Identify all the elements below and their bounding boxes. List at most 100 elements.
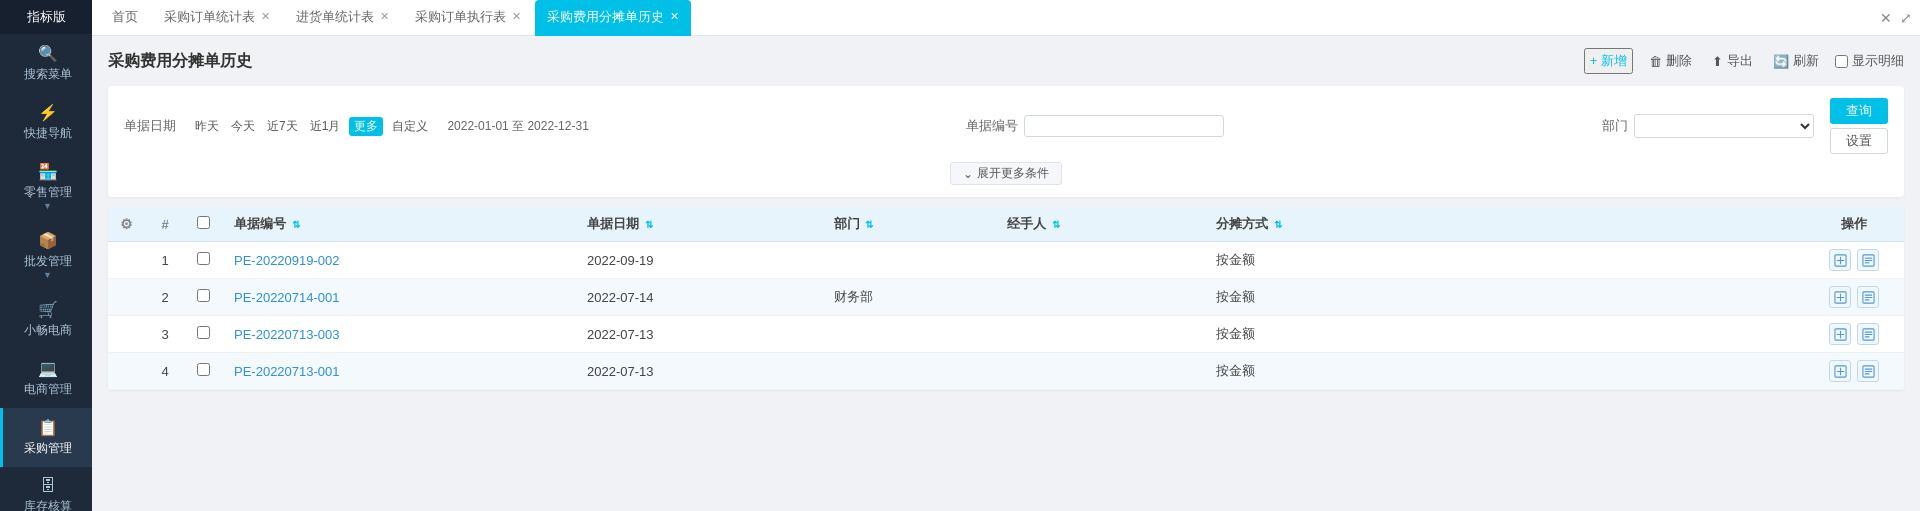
sidebar-item-retail-label: 零售管理 xyxy=(24,184,72,201)
chevron-down-icon-2: ▼ xyxy=(43,270,52,280)
tab-close-all-icon[interactable]: ✕ xyxy=(1880,10,1892,26)
split-method-col-label: 分摊方式 xyxy=(1216,216,1268,231)
shortcut-7days[interactable]: 近7天 xyxy=(264,117,301,136)
doc-no-col-header[interactable]: 单据编号 ⇅ xyxy=(222,207,575,242)
row-checkbox-3[interactable] xyxy=(197,363,210,376)
tab-expand-icon[interactable]: ⤢ xyxy=(1900,10,1912,26)
filter-buttons: 查询 设置 xyxy=(1830,98,1888,154)
doc-no-cell: PE-20220713-001 xyxy=(222,353,575,390)
sidebar-item-mini-shop[interactable]: 🛒 小畅电商 xyxy=(0,290,92,349)
toolbar: + 新增 🗑 删除 ⬆ 导出 🔄 刷新 显示明细 xyxy=(1584,48,1904,74)
sidebar-item-ecommerce[interactable]: 💻 电商管理 xyxy=(0,349,92,408)
tab-bar-actions: ✕ ⤢ xyxy=(1880,10,1912,26)
sidebar-item-wholesale[interactable]: 📦 批发管理 ▼ xyxy=(0,221,92,290)
dept-select[interactable] xyxy=(1634,114,1814,138)
gear-col-header[interactable]: ⚙ xyxy=(108,207,145,242)
gear-cell xyxy=(108,353,145,390)
edit-icon-btn[interactable] xyxy=(1829,323,1851,345)
sort-icon-doc-no: ⇅ xyxy=(292,219,300,230)
edit-icon-btn[interactable] xyxy=(1829,286,1851,308)
tab-close-icon-4[interactable]: ✕ xyxy=(670,10,679,23)
tab-purchase-order-stats[interactable]: 采购订单统计表 ✕ xyxy=(152,0,282,36)
table-body: 1 PE-20220919-002 2022-09-19 按金额 2 PE-20… xyxy=(108,242,1904,390)
settings-button[interactable]: 设置 xyxy=(1830,128,1888,154)
tab-close-icon-3[interactable]: ✕ xyxy=(512,10,521,23)
tab-inbound-stats-label: 进货单统计表 xyxy=(296,8,374,26)
chevron-down-icon: ▼ xyxy=(43,201,52,211)
check-cell[interactable] xyxy=(185,279,222,316)
delete-button[interactable]: 🗑 删除 xyxy=(1645,50,1696,72)
table-row: 3 PE-20220713-003 2022-07-13 按金额 xyxy=(108,316,1904,353)
gear-icon[interactable]: ⚙ xyxy=(120,216,133,232)
show-cols-checkbox[interactable] xyxy=(1835,55,1848,68)
sort-icon-dept: ⇅ xyxy=(865,219,873,230)
sidebar-item-quick-nav[interactable]: ⚡ 快捷导航 xyxy=(0,93,92,152)
tab-close-icon-2[interactable]: ✕ xyxy=(380,10,389,23)
detail-icon-btn[interactable] xyxy=(1857,360,1879,382)
search-icon: 🔍 xyxy=(38,44,58,63)
dept-col-header[interactable]: 部门 ⇅ xyxy=(822,207,995,242)
query-button[interactable]: 查询 xyxy=(1830,98,1888,124)
export-label: 导出 xyxy=(1727,52,1753,70)
doc-no-input[interactable] xyxy=(1024,115,1224,137)
wholesale-icon: 📦 xyxy=(38,231,58,250)
shortcut-today[interactable]: 今天 xyxy=(228,117,258,136)
detail-icon-btn[interactable] xyxy=(1857,249,1879,271)
doc-no-cell: PE-20220919-002 xyxy=(222,242,575,279)
doc-no-link[interactable]: PE-20220713-001 xyxy=(234,364,340,379)
tab-home[interactable]: 首页 xyxy=(100,0,150,36)
row-checkbox-1[interactable] xyxy=(197,289,210,302)
ops-col-header: 操作 xyxy=(1804,207,1904,242)
date-range-text: 2022-01-01 至 2022-12-31 xyxy=(447,118,588,135)
sort-icon-doc-date: ⇅ xyxy=(645,219,653,230)
refresh-icon: 🔄 xyxy=(1773,54,1789,69)
quick-nav-icon: ⚡ xyxy=(38,103,58,122)
gear-cell xyxy=(108,279,145,316)
add-button[interactable]: + 新增 xyxy=(1584,48,1633,74)
check-cell[interactable] xyxy=(185,242,222,279)
doc-date-col-header[interactable]: 单据日期 ⇅ xyxy=(575,207,822,242)
doc-date-cell: 2022-07-13 xyxy=(575,353,822,390)
export-button[interactable]: ⬆ 导出 xyxy=(1708,50,1757,72)
tab-inbound-stats[interactable]: 进货单统计表 ✕ xyxy=(284,0,401,36)
content-area: 采购费用分摊单历史 + 新增 🗑 删除 ⬆ 导出 🔄 刷新 xyxy=(92,36,1920,511)
split-method-col-header[interactable]: 分摊方式 ⇅ xyxy=(1204,207,1804,242)
check-cell[interactable] xyxy=(185,316,222,353)
expand-more-button[interactable]: ⌄ 展开更多条件 xyxy=(950,162,1062,185)
row-checkbox-0[interactable] xyxy=(197,252,210,265)
doc-no-link[interactable]: PE-20220713-003 xyxy=(234,327,340,342)
tab-purchase-order-exec-label: 采购订单执行表 xyxy=(415,8,506,26)
sidebar-item-search[interactable]: 🔍 搜索菜单 xyxy=(0,34,92,93)
check-cell[interactable] xyxy=(185,353,222,390)
sidebar-item-purchase-label: 采购管理 xyxy=(24,440,72,457)
doc-date-cell: 2022-07-14 xyxy=(575,279,822,316)
tab-purchase-cost-history-label: 采购费用分摊单历史 xyxy=(547,8,664,26)
tab-home-label: 首页 xyxy=(112,8,138,26)
detail-icon-btn[interactable] xyxy=(1857,286,1879,308)
doc-no-link[interactable]: PE-20220714-001 xyxy=(234,290,340,305)
shortcut-yesterday[interactable]: 昨天 xyxy=(192,117,222,136)
table-row: 4 PE-20220713-001 2022-07-13 按金额 xyxy=(108,353,1904,390)
doc-date-cell: 2022-07-13 xyxy=(575,316,822,353)
sidebar-item-purchase[interactable]: 📋 采购管理 xyxy=(0,408,92,467)
shortcut-custom[interactable]: 自定义 xyxy=(389,117,431,136)
sidebar-item-retail[interactable]: 🏪 零售管理 ▼ xyxy=(0,152,92,221)
show-cols-checkbox-label[interactable]: 显示明细 xyxy=(1835,52,1904,70)
select-all-checkbox[interactable] xyxy=(197,216,210,229)
tab-close-icon-1[interactable]: ✕ xyxy=(261,10,270,23)
tab-purchase-cost-history[interactable]: 采购费用分摊单历史 ✕ xyxy=(535,0,691,36)
shortcut-more[interactable]: 更多 xyxy=(349,117,383,136)
sidebar: 指标版 🔍 搜索菜单 ⚡ 快捷导航 🏪 零售管理 ▼ 📦 批发管理 ▼ 🛒 小畅… xyxy=(0,0,92,511)
handler-col-header[interactable]: 经手人 ⇅ xyxy=(995,207,1204,242)
row-checkbox-2[interactable] xyxy=(197,326,210,339)
shortcut-1month[interactable]: 近1月 xyxy=(307,117,344,136)
dept-cell xyxy=(822,242,995,279)
tab-purchase-order-exec[interactable]: 采购订单执行表 ✕ xyxy=(403,0,533,36)
edit-icon-btn[interactable] xyxy=(1829,249,1851,271)
edit-icon-btn[interactable] xyxy=(1829,360,1851,382)
sidebar-item-inventory[interactable]: 🗄 库存核算 xyxy=(0,467,92,511)
refresh-label: 刷新 xyxy=(1793,52,1819,70)
refresh-button[interactable]: 🔄 刷新 xyxy=(1769,50,1823,72)
doc-no-link[interactable]: PE-20220919-002 xyxy=(234,253,340,268)
detail-icon-btn[interactable] xyxy=(1857,323,1879,345)
